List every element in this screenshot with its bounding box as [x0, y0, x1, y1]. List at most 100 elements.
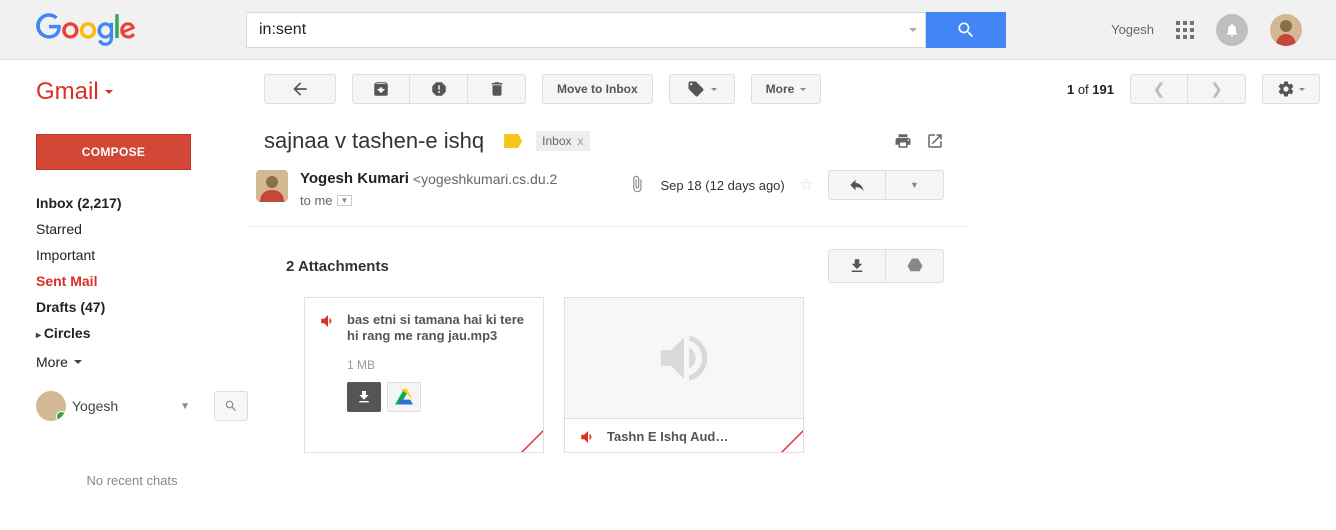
- drive-icon: [395, 389, 413, 405]
- more-button[interactable]: More: [751, 74, 822, 104]
- message-date: Sep 18 (12 days ago): [660, 178, 784, 193]
- corner-fold-icon: [781, 430, 803, 452]
- search-dropdown-icon[interactable]: [909, 28, 917, 32]
- audio-icon: [579, 428, 597, 446]
- subject-actions: [894, 132, 944, 150]
- spam-button[interactable]: [410, 74, 468, 104]
- toolbar: Move to Inbox More 1 of 191 ❮ ❯: [248, 68, 1336, 110]
- attachment-preview: [565, 298, 803, 418]
- star-icon[interactable]: ☆: [799, 175, 814, 195]
- popout-icon[interactable]: [926, 132, 944, 150]
- search-area: [246, 12, 1006, 48]
- attachments-header: 2 Attachments: [248, 227, 968, 297]
- attachment-drive-button[interactable]: [387, 382, 421, 412]
- archive-icon: [372, 80, 390, 98]
- save-drive-all-button[interactable]: [886, 249, 944, 283]
- subject-row: sajnaa v tashen-e ishq Inbox x: [240, 128, 968, 154]
- show-details-icon[interactable]: ▼: [337, 195, 353, 206]
- search-box: [246, 12, 926, 48]
- nav-drafts[interactable]: Drafts (47): [36, 294, 248, 320]
- header-right: Yogesh: [1111, 14, 1320, 46]
- attachment-card-2[interactable]: Tashn E Ishq Aud…: [564, 297, 804, 453]
- to-line[interactable]: to me ▼: [300, 193, 628, 208]
- user-name[interactable]: Yogesh: [1111, 22, 1154, 37]
- print-icon[interactable]: [894, 132, 912, 150]
- move-to-inbox-button[interactable]: Move to Inbox: [542, 74, 653, 104]
- attachment-size: 1 MB: [347, 358, 543, 372]
- labels-button[interactable]: [669, 74, 735, 104]
- speaker-icon: [653, 327, 715, 389]
- reply-button[interactable]: [828, 170, 886, 200]
- trash-icon: [488, 80, 506, 98]
- sender-info: Yogesh Kumari <yogeshkumari.cs.du.2 to m…: [300, 170, 628, 208]
- back-button[interactable]: [264, 74, 336, 104]
- chevron-left-icon: ❮: [1153, 80, 1166, 98]
- chat-user-name: Yogesh: [72, 398, 174, 414]
- archive-button[interactable]: [352, 74, 410, 104]
- nav-important[interactable]: Important: [36, 242, 248, 268]
- label-chip[interactable]: Inbox x: [536, 131, 589, 151]
- attachment-name: bas etni si tamana hai ki tere hi rang m…: [347, 312, 529, 344]
- search-button[interactable]: [926, 12, 1006, 48]
- date-area: Sep 18 (12 days ago) ☆ ▼: [628, 170, 944, 200]
- main: Gmail COMPOSE Inbox (2,217) Starred Impo…: [0, 60, 1336, 488]
- nav-circles[interactable]: Circles: [36, 320, 248, 349]
- nav-inbox[interactable]: Inbox (2,217): [36, 190, 248, 216]
- settings-button[interactable]: [1262, 74, 1320, 104]
- search-icon: [956, 20, 976, 40]
- download-all-button[interactable]: [828, 249, 886, 283]
- label-text: Inbox: [542, 134, 571, 148]
- reply-more-button[interactable]: ▼: [886, 170, 944, 200]
- audio-icon: [319, 312, 337, 330]
- search-input[interactable]: [259, 21, 885, 39]
- delete-button[interactable]: [468, 74, 526, 104]
- nav-more[interactable]: More: [36, 349, 248, 375]
- nav-arrows: ❮ ❯: [1130, 74, 1246, 104]
- nav-sent[interactable]: Sent Mail: [36, 268, 248, 294]
- nav-starred[interactable]: Starred: [36, 216, 248, 242]
- sender-name: Yogesh Kumari: [300, 170, 409, 187]
- attachment-actions: [828, 249, 944, 283]
- sender-avatar[interactable]: [256, 170, 288, 202]
- chat-avatar: [36, 391, 66, 421]
- newer-button[interactable]: ❮: [1130, 74, 1188, 104]
- reply-buttons: ▼: [828, 170, 944, 200]
- no-recent-chats: No recent chats: [16, 473, 248, 488]
- attachment-card-1[interactable]: bas etni si tamana hai ki tere hi rang m…: [304, 297, 544, 453]
- download-icon: [848, 257, 866, 275]
- account-avatar[interactable]: [1270, 14, 1302, 46]
- sidebar: Gmail COMPOSE Inbox (2,217) Starred Impo…: [0, 60, 248, 488]
- gmail-dropdown[interactable]: Gmail: [16, 78, 248, 106]
- chevron-down-icon[interactable]: ▼: [180, 401, 190, 412]
- reply-icon: [848, 176, 866, 194]
- attachment-icon: [628, 175, 646, 196]
- label-tag-icon: [504, 134, 522, 148]
- drive-icon: [906, 257, 924, 275]
- apps-icon[interactable]: [1176, 21, 1194, 39]
- attachment-name: Tashn E Ishq Aud…: [607, 429, 728, 445]
- corner-fold-icon: [521, 430, 543, 452]
- action-group: [352, 74, 526, 104]
- attachment-download-button[interactable]: [347, 382, 381, 412]
- notifications-icon[interactable]: [1216, 14, 1248, 46]
- tag-icon: [687, 80, 705, 98]
- spam-icon: [430, 80, 448, 98]
- chat-search-button[interactable]: [214, 391, 248, 421]
- back-arrow-icon: [290, 79, 310, 99]
- attachments-title: 2 Attachments: [286, 258, 389, 275]
- remove-label-icon[interactable]: x: [578, 134, 584, 148]
- google-logo[interactable]: [16, 13, 246, 47]
- attachments: bas etni si tamana hai ki tere hi rang m…: [248, 297, 968, 453]
- gear-icon: [1277, 80, 1295, 98]
- compose-button[interactable]: COMPOSE: [36, 134, 191, 170]
- subject: sajnaa v tashen-e ishq: [264, 128, 484, 154]
- download-icon: [356, 389, 372, 405]
- search-icon: [224, 399, 238, 413]
- chat-picker[interactable]: Yogesh ▼: [36, 391, 248, 421]
- app-header: Yogesh: [0, 0, 1336, 60]
- older-button[interactable]: ❯: [1188, 74, 1246, 104]
- sender-email: <yogeshkumari.cs.du.2: [413, 171, 557, 187]
- chevron-right-icon: ❯: [1210, 80, 1223, 98]
- content: Move to Inbox More 1 of 191 ❮ ❯ sajnaa v…: [248, 60, 1336, 488]
- sender-row: Yogesh Kumari <yogeshkumari.cs.du.2 to m…: [248, 170, 968, 227]
